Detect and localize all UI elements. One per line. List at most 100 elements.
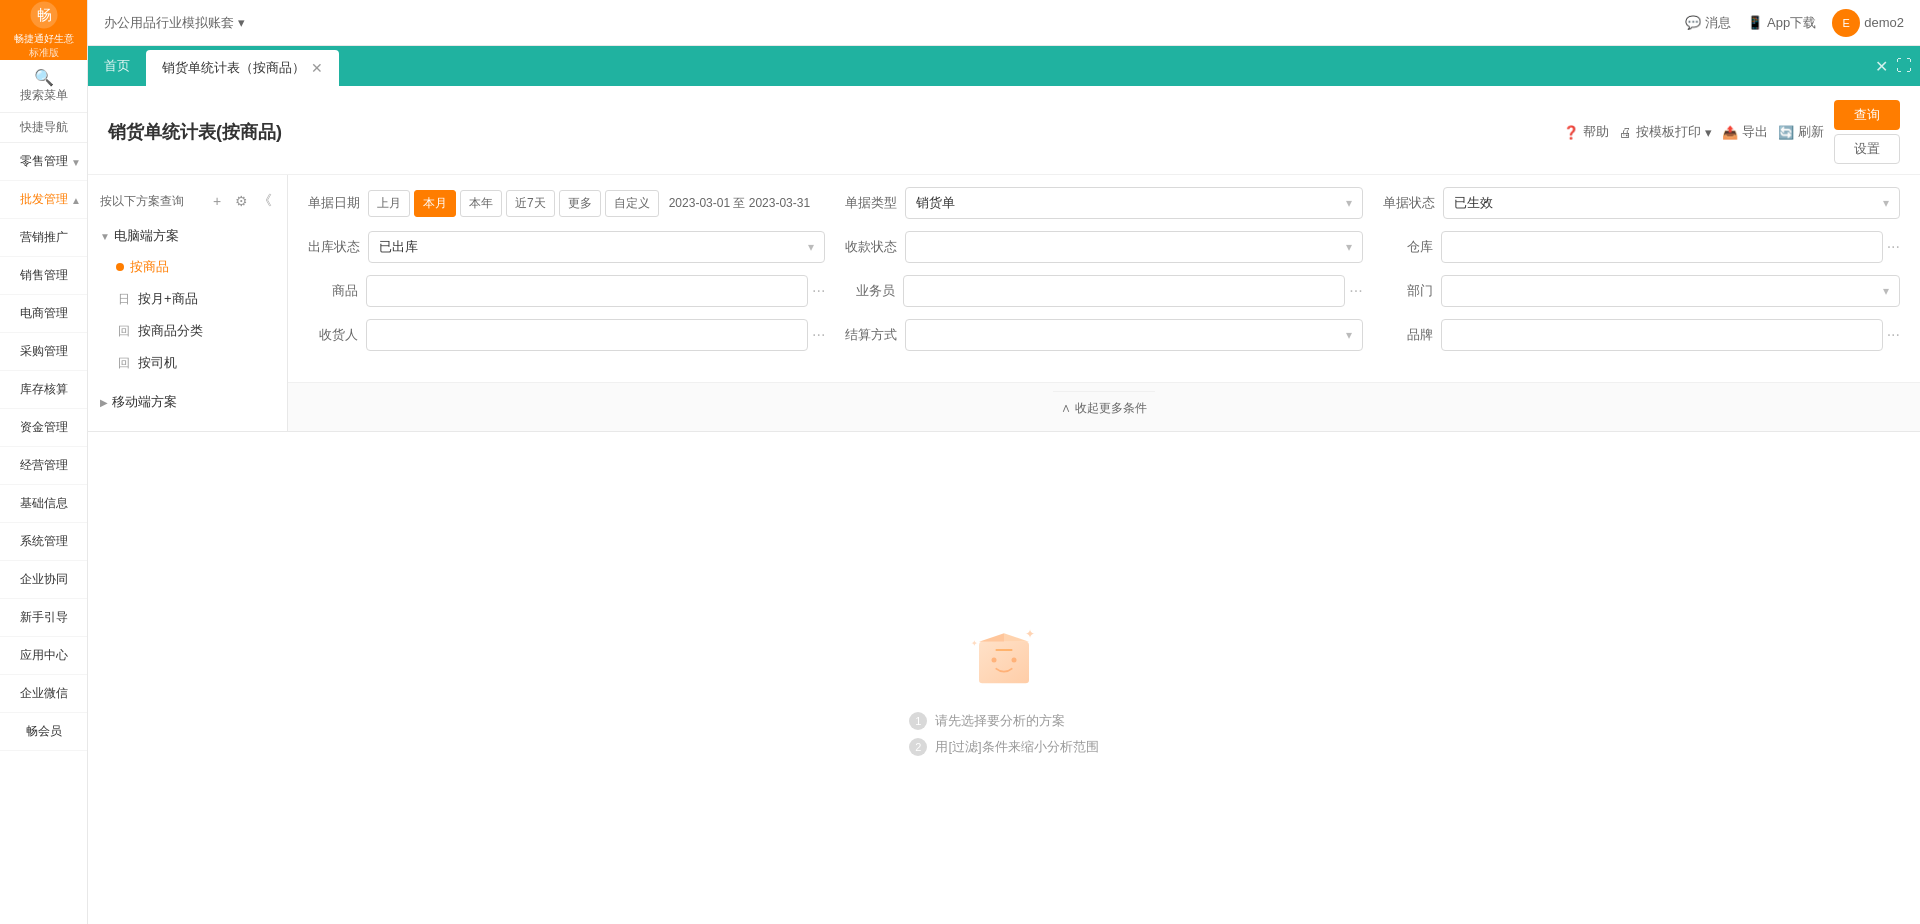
tab-home[interactable]: 首页 (88, 46, 146, 86)
quick-nav-label: 快捷导航 (0, 119, 87, 136)
help-btn[interactable]: ❓ 帮助 (1563, 123, 1609, 141)
sidebar-item-ecommerce[interactable]: 电商管理 (0, 295, 87, 333)
app-logo[interactable]: 畅 畅捷通好生意 标准版 (0, 0, 87, 60)
filter-field-goods: 商品 ··· (308, 275, 825, 307)
receiver-dots-btn[interactable]: ··· (812, 326, 825, 344)
doc-status-select[interactable]: 已生效 ▾ (1443, 187, 1900, 219)
message-btn[interactable]: 💬 消息 (1685, 14, 1731, 32)
scheme-item-by-cashier[interactable]: 回 按司机 (88, 347, 287, 379)
settings-btn[interactable]: 设置 (1834, 134, 1900, 164)
download-icon: 📱 (1747, 15, 1763, 30)
outbound-select[interactable]: 已出库 ▾ (368, 231, 825, 263)
sidebar-item-apps[interactable]: 应用中心 (0, 637, 87, 675)
date-control: 上月 本月 本年 近7天 更多 自定义 2023-03-01 至 2023-03… (368, 190, 825, 217)
scheme-add-btn[interactable]: + (207, 191, 227, 211)
brand-dots-btn[interactable]: ··· (1887, 326, 1900, 344)
date-btn-this-year[interactable]: 本年 (460, 190, 502, 217)
filter-field-warehouse: 仓库 ··· (1383, 231, 1900, 263)
export-btn[interactable]: 📤 导出 (1722, 123, 1768, 141)
sidebar-item-procurement[interactable]: 采购管理 (0, 333, 87, 371)
sidebar-item-inventory[interactable]: 库存核算 (0, 371, 87, 409)
print-template-btn[interactable]: 🖨 按模板打印 ▾ (1619, 123, 1712, 141)
goods-control: ··· (366, 275, 825, 307)
query-btn[interactable]: 查询 (1834, 100, 1900, 130)
payment-select[interactable]: ▾ (905, 231, 1362, 263)
sidebar-item-member[interactable]: 畅会员 (0, 713, 87, 751)
brand-input[interactable] (1441, 319, 1883, 351)
date-btn-7days[interactable]: 近7天 (506, 190, 555, 217)
message-label: 消息 (1705, 14, 1731, 32)
salesman-dots-btn[interactable]: ··· (1349, 282, 1362, 300)
scheme-item-by-goods[interactable]: 按商品 (88, 251, 287, 283)
goods-dots-btn[interactable]: ··· (812, 282, 825, 300)
scheme-item-by-category[interactable]: 回 按商品分类 (88, 315, 287, 347)
quick-nav[interactable]: 快捷导航 (0, 113, 87, 143)
sidebar-item-wechat[interactable]: 企业微信 (0, 675, 87, 713)
sidebar-sales-label: 销售管理 (0, 267, 87, 284)
date-btn-custom[interactable]: 自定义 (605, 190, 659, 217)
date-btn-last-month[interactable]: 上月 (368, 190, 410, 217)
pc-group-label: 电脑端方案 (114, 227, 179, 245)
doc-type-value: 销货单 (916, 194, 955, 212)
date-btn-more[interactable]: 更多 (559, 190, 601, 217)
scheme-panel-title: 按以下方案查询 (100, 193, 201, 210)
scheme-settings-btn[interactable]: ⚙ (231, 191, 251, 211)
sidebar-item-enterprise[interactable]: 企业协同 (0, 561, 87, 599)
sidebar-item-system[interactable]: 系统管理 (0, 523, 87, 561)
sidebar-item-newbie[interactable]: 新手引导 (0, 599, 87, 637)
empty-tip-1: 1 请先选择要分析的方案 (909, 712, 1098, 730)
tab-bar-actions: ✕ ⛶ (1875, 57, 1920, 76)
tab-close-icon[interactable]: ✕ (311, 60, 323, 76)
salesman-input[interactable] (903, 275, 1345, 307)
filter-collapse-area: ∧ 收起更多条件 (288, 382, 1920, 431)
collapse-btn[interactable]: ∧ 收起更多条件 (1053, 391, 1154, 425)
refresh-btn[interactable]: 🔄 刷新 (1778, 123, 1824, 141)
dept-control: ▾ (1441, 275, 1900, 307)
scheme-category-icon: 回 (116, 323, 132, 339)
tab-close-btn[interactable]: ✕ (1875, 57, 1888, 76)
sidebar-item-marketing[interactable]: 营销推广 (0, 219, 87, 257)
doc-type-arrow-icon: ▾ (1346, 196, 1352, 210)
industry-selector[interactable]: 办公用品行业模拟账套 ▾ (104, 14, 245, 32)
scheme-collapse-btn[interactable]: 《 (255, 191, 275, 211)
sidebar-item-retail[interactable]: 零售管理 ▼ (0, 143, 87, 181)
receiver-input[interactable] (366, 319, 808, 351)
sidebar-item-sales[interactable]: 销售管理 (0, 257, 87, 295)
receiver-label: 收货人 (308, 326, 358, 344)
sales-stats-tab-label: 销货单统计表（按商品） (162, 59, 305, 77)
scheme-by-category-label: 按商品分类 (138, 322, 203, 340)
dept-select[interactable]: ▾ (1441, 275, 1900, 307)
print-dropdown-icon: ▾ (1705, 125, 1712, 140)
help-label: 帮助 (1583, 123, 1609, 141)
settlement-select[interactable]: ▾ (905, 319, 1362, 351)
sidebar-newbie-label: 新手引导 (0, 609, 87, 626)
warehouse-dots-btn[interactable]: ··· (1887, 238, 1900, 256)
user-profile[interactable]: E demo2 (1832, 9, 1904, 37)
sidebar-enterprise-label: 企业协同 (0, 571, 87, 588)
tab-sales-stats[interactable]: 销货单统计表（按商品） ✕ (146, 50, 339, 86)
sidebar-ecommerce-label: 电商管理 (0, 305, 87, 322)
date-btn-this-month[interactable]: 本月 (414, 190, 456, 217)
scheme-item-by-month-goods[interactable]: 日 按月+商品 (88, 283, 287, 315)
tab-maximize-btn[interactable]: ⛶ (1896, 57, 1912, 75)
sidebar-item-finance[interactable]: 资金管理 (0, 409, 87, 447)
sidebar-item-operation[interactable]: 经营管理 (0, 447, 87, 485)
filter-row-3: 商品 ··· 业务员 ··· (308, 275, 1900, 307)
page-title: 销货单统计表(按商品) (108, 120, 282, 144)
app-download-btn[interactable]: 📱 App下载 (1747, 14, 1816, 32)
sidebar-item-wholesale[interactable]: 批发管理 ▲ (0, 181, 87, 219)
scheme-group-mobile-header[interactable]: ▶ 移动端方案 (88, 387, 287, 417)
goods-input[interactable] (366, 275, 808, 307)
search-menu[interactable]: 🔍 搜索菜单 (0, 60, 87, 113)
settlement-label: 结算方式 (845, 326, 897, 344)
warehouse-input[interactable] (1441, 231, 1883, 263)
doc-status-value: 已生效 (1454, 194, 1493, 212)
mobile-group-label: 移动端方案 (112, 393, 177, 411)
filter-fields: 单据日期 上月 本月 本年 近7天 更多 自定义 20 (288, 175, 1920, 376)
page-content: 销货单统计表(按商品) ❓ 帮助 🖨 按模板打印 ▾ 📤 导出 🔄 刷新 (88, 86, 1920, 924)
sidebar-item-basic[interactable]: 基础信息 (0, 485, 87, 523)
scheme-group-pc-header[interactable]: ▼ 电脑端方案 (88, 221, 287, 251)
doc-type-select[interactable]: 销货单 ▾ (905, 187, 1362, 219)
page-header: 销货单统计表(按商品) ❓ 帮助 🖨 按模板打印 ▾ 📤 导出 🔄 刷新 (88, 86, 1920, 175)
filter-section: 按以下方案查询 + ⚙ 《 ▼ 电脑端方案 按商品 (88, 175, 1920, 432)
